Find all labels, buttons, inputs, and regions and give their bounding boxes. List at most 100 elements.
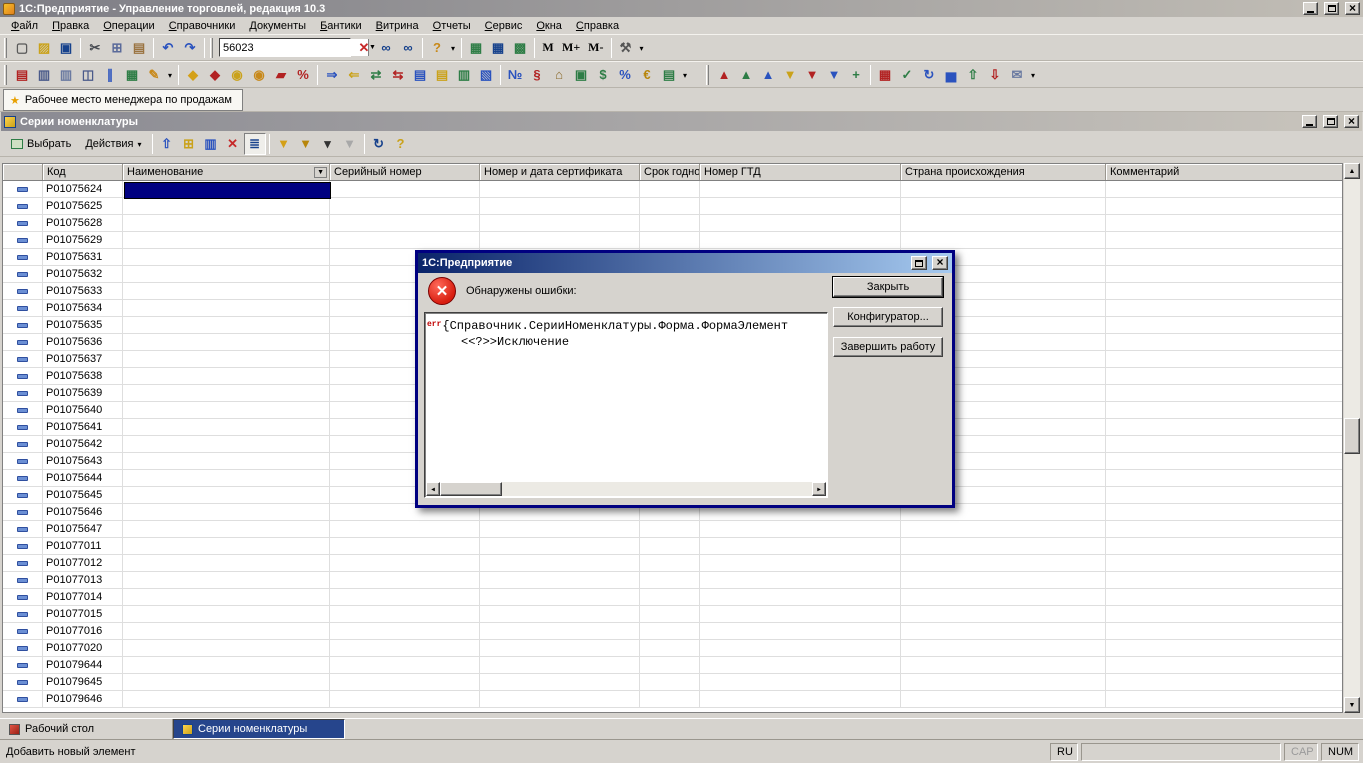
- quick-filter-icon[interactable]: ▼: [273, 133, 295, 155]
- tab-nomenclature-series[interactable]: Серии номенклатуры: [173, 719, 345, 739]
- counterparty-icon[interactable]: №: [504, 64, 526, 86]
- column-serial[interactable]: Серийный номер: [330, 164, 480, 180]
- error-text-area[interactable]: err{Справочник.СерииНоменклатуры.Форма.Ф…: [424, 312, 828, 498]
- tab-sales-manager-workspace[interactable]: Рабочее место менеджера по продажам: [3, 89, 243, 111]
- chart-icon[interactable]: ▅: [940, 64, 962, 86]
- new-document-icon[interactable]: ▢: [11, 37, 33, 59]
- dropdown-arrow-icon[interactable]: [1028, 69, 1038, 81]
- memory-minus-button[interactable]: М-: [584, 38, 607, 58]
- table-row[interactable]: P01079646: [3, 691, 1342, 708]
- table-row[interactable]: P01077011: [3, 538, 1342, 555]
- table-row[interactable]: P01075625: [3, 198, 1342, 215]
- table-row[interactable]: P01079644: [3, 657, 1342, 674]
- child-restore-button[interactable]: [1323, 115, 1338, 128]
- order-close-icon[interactable]: ▤: [431, 64, 453, 86]
- copy-item-icon[interactable]: ▥: [200, 133, 222, 155]
- selected-cell[interactable]: [124, 182, 331, 199]
- sales-report-icon[interactable]: ▲: [735, 64, 757, 86]
- tab-desktop[interactable]: Рабочий стол: [1, 719, 173, 739]
- green-book-icon[interactable]: ▤: [658, 64, 680, 86]
- filter-settings-icon[interactable]: ▼: [295, 133, 317, 155]
- cash-expense-icon[interactable]: ◆: [204, 64, 226, 86]
- dropdown-arrow-icon[interactable]: [680, 69, 690, 81]
- close-error-button[interactable]: Закрыть: [832, 276, 944, 298]
- currency-icon[interactable]: €: [636, 64, 658, 86]
- check-icon[interactable]: ✓: [896, 64, 918, 86]
- restore-button[interactable]: [1324, 2, 1339, 15]
- undo-icon[interactable]: ↶: [157, 37, 179, 59]
- toolbar-grip[interactable]: [4, 64, 7, 85]
- table-row[interactable]: P01075647: [3, 521, 1342, 538]
- spreadsheet-icon[interactable]: ▦: [465, 37, 487, 59]
- table-row[interactable]: P01077020: [3, 640, 1342, 657]
- cash-report-icon[interactable]: ▼: [779, 64, 801, 86]
- table-row[interactable]: P01077015: [3, 606, 1342, 623]
- actions-button[interactable]: Действия: [78, 133, 148, 155]
- column-code[interactable]: Код: [43, 164, 123, 180]
- dropdown-arrow-icon[interactable]: [637, 42, 647, 54]
- menu-service[interactable]: Сервис: [478, 19, 530, 33]
- menu-vitrina[interactable]: Витрина: [369, 19, 426, 33]
- shutdown-button[interactable]: Завершить работу: [833, 337, 943, 357]
- minimize-button[interactable]: [1303, 2, 1318, 15]
- header-stub[interactable]: [3, 164, 43, 180]
- horizontal-scrollbar[interactable]: [426, 482, 826, 496]
- clear-find-icon[interactable]: ✕: [353, 37, 375, 59]
- edit-document-icon[interactable]: ✎: [143, 64, 165, 86]
- dropdown-arrow-icon[interactable]: [165, 69, 175, 81]
- scroll-right-icon[interactable]: [812, 482, 826, 496]
- scrollbar-thumb[interactable]: [1344, 418, 1360, 454]
- redo-icon[interactable]: ↷: [179, 37, 201, 59]
- quick-find-input[interactable]: [220, 39, 368, 56]
- nomenclature-icon[interactable]: ▣: [570, 64, 592, 86]
- table-row[interactable]: P01077012: [3, 555, 1342, 572]
- settings-wrench-icon[interactable]: ⚒: [615, 37, 637, 59]
- scroll-down-icon[interactable]: [1344, 697, 1360, 713]
- find-next-icon[interactable]: ∞: [397, 37, 419, 59]
- prices-icon[interactable]: $: [592, 64, 614, 86]
- inventory-icon[interactable]: ▥: [453, 64, 475, 86]
- stock-report-icon[interactable]: ▲: [757, 64, 779, 86]
- scroll-up-icon[interactable]: [1344, 163, 1360, 179]
- column-expiry[interactable]: Срок годнос...: [640, 164, 700, 180]
- dropdown-arrow-icon[interactable]: [448, 42, 458, 54]
- clear-filter-icon[interactable]: ▼: [339, 133, 361, 155]
- table-row[interactable]: P01077013: [3, 572, 1342, 589]
- table-row[interactable]: P01077014: [3, 589, 1342, 606]
- update-data-icon[interactable]: ↻: [918, 64, 940, 86]
- dialog-close-button[interactable]: [932, 256, 948, 270]
- price-list-icon[interactable]: %: [292, 64, 314, 86]
- goods-receipt-icon[interactable]: ⇒: [321, 64, 343, 86]
- table-row[interactable]: P01075628: [3, 215, 1342, 232]
- language-indicator[interactable]: RU: [1050, 742, 1078, 761]
- toolbar-grip[interactable]: [706, 64, 709, 85]
- debt-report-icon[interactable]: ▼: [801, 64, 823, 86]
- menu-file[interactable]: Файл: [4, 19, 45, 33]
- report-book-icon[interactable]: ▤: [11, 64, 33, 86]
- configurator-button[interactable]: Конфигуратор...: [833, 307, 943, 327]
- discounts-icon[interactable]: %: [614, 64, 636, 86]
- menu-windows[interactable]: Окна: [529, 19, 569, 33]
- toolbar-grip[interactable]: [210, 37, 213, 58]
- menu-documents[interactable]: Документы: [242, 19, 313, 33]
- table-row[interactable]: P01075629: [3, 232, 1342, 249]
- scroll-left-icon[interactable]: [426, 482, 440, 496]
- table-document-icon[interactable]: ▦: [121, 64, 143, 86]
- payment-in-icon[interactable]: ◉: [226, 64, 248, 86]
- formula-list-icon[interactable]: ▩: [509, 37, 531, 59]
- cut-icon[interactable]: ✂: [84, 37, 106, 59]
- memory-plus-button[interactable]: М+: [558, 38, 584, 58]
- add-report-icon[interactable]: +: [845, 64, 867, 86]
- toolbar-grip[interactable]: [4, 37, 7, 58]
- import-icon[interactable]: ⇩: [984, 64, 1006, 86]
- move-item-icon[interactable]: ⇧: [156, 133, 178, 155]
- filter-history-icon[interactable]: ▾: [317, 133, 339, 155]
- mail-icon[interactable]: ✉: [1006, 64, 1028, 86]
- contract-icon[interactable]: §: [526, 64, 548, 86]
- open-icon[interactable]: ▨: [33, 37, 55, 59]
- columns-icon[interactable]: ∥: [99, 64, 121, 86]
- customer-order-icon[interactable]: ▤: [409, 64, 431, 86]
- hscrollbar-thumb[interactable]: [440, 482, 502, 496]
- menu-reports[interactable]: Отчеты: [426, 19, 478, 33]
- print-instant-icon[interactable]: ▥: [55, 64, 77, 86]
